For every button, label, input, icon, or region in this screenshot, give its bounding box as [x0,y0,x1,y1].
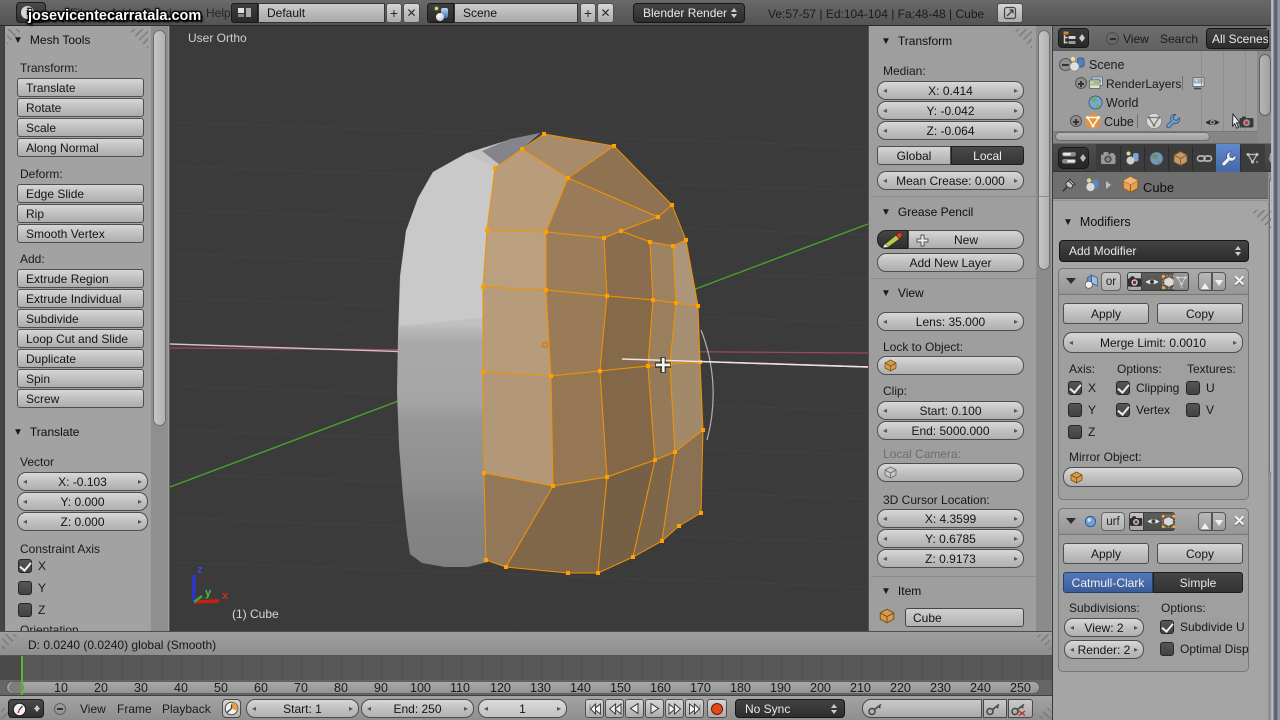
svg-text:z: z [197,564,203,576]
svg-text:y: y [205,587,212,599]
svg-text:x: x [222,590,229,602]
